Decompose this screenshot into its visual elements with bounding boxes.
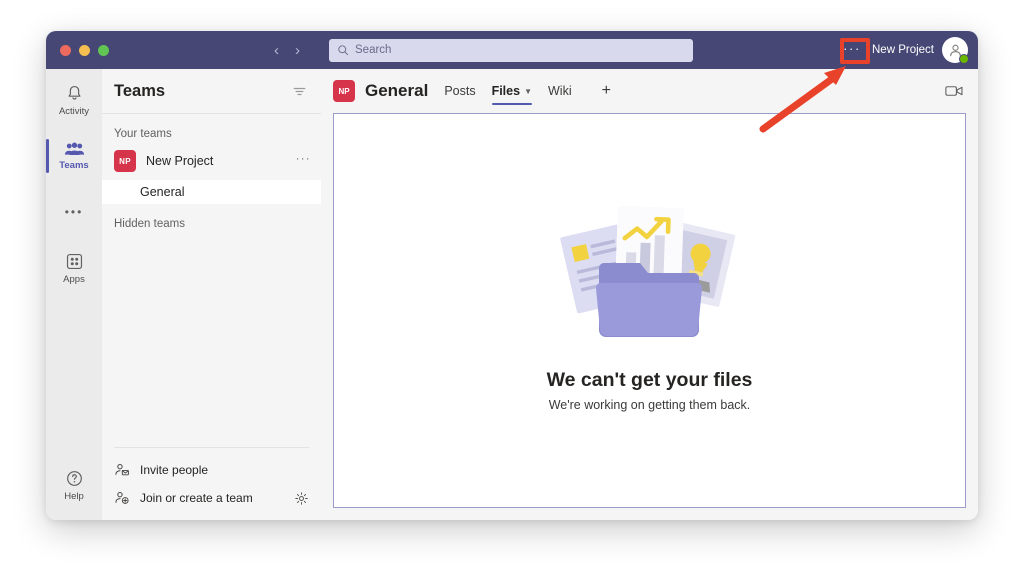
avatar[interactable] [942,37,968,63]
search-placeholder: Search [355,44,391,56]
teams-panel-header: Teams [102,69,321,113]
team-name-label: New Project [146,154,286,168]
teams-panel-footer: Invite people Join or create a team [102,447,321,520]
invite-people-label: Invite people [140,463,309,477]
close-window-button[interactable] [60,45,71,56]
folder-with-documents-illustration [554,191,744,351]
teams-panel: Teams Your teams NP New Project ··· Gene… [102,69,321,520]
tab-files[interactable]: Files ▼ [492,69,532,113]
empty-state-title: We can't get your files [547,369,753,392]
tab-posts[interactable]: Posts [444,69,475,113]
empty-state-subtitle: We're working on getting them back. [549,398,751,412]
empty-state: We can't get your files We're working on… [547,191,753,412]
gear-icon[interactable] [294,491,309,506]
filter-icon[interactable] [292,84,307,99]
question-circle-icon [65,469,84,488]
chevron-down-icon[interactable]: ▼ [524,87,532,96]
channel-header: NP General Posts Files ▼ Wiki + [321,69,978,113]
divider [114,447,309,448]
app-body: Activity Teams ••• [46,69,978,520]
navigation-arrows: ‹ › [274,43,300,58]
add-tab-button[interactable]: + [602,83,611,99]
channel-item-general[interactable]: General [102,180,321,204]
rail-item-teams[interactable]: Teams [46,131,102,181]
teams-panel-title: Teams [114,82,165,101]
rail-item-label: Teams [59,160,88,171]
more-options-button[interactable]: ··· [840,40,864,60]
window-traffic-lights [60,45,109,56]
maximize-window-button[interactable] [98,45,109,56]
user-name-label: New Project [872,44,934,56]
join-or-create-team-label: Join or create a team [140,491,284,505]
people-icon [64,141,85,157]
rail-item-apps[interactable]: Apps [46,243,102,293]
rail-item-help[interactable]: Help [46,460,102,510]
rail-item-activity[interactable]: Activity [46,75,102,125]
back-icon[interactable]: ‹ [274,43,279,58]
search-bar[interactable]: Search [329,39,693,62]
channel-tabs: Posts Files ▼ Wiki + [444,69,611,113]
teams-app-window: ‹ › Search ··· New Project [46,31,978,520]
title-bar: ‹ › Search ··· New Project [46,31,978,69]
more-icon: ••• [65,206,84,218]
person-add-icon [114,490,130,506]
rail-item-label: Help [64,491,84,502]
join-or-create-team-button[interactable]: Join or create a team [102,484,321,512]
invite-people-button[interactable]: Invite people [102,456,321,484]
minimize-window-button[interactable] [79,45,90,56]
team-avatar: NP [114,150,136,172]
page-title: General [365,81,428,101]
tab-label: Wiki [548,84,572,98]
hidden-teams-label[interactable]: Hidden teams [102,204,321,236]
team-row-new-project[interactable]: NP New Project ··· [102,146,321,176]
tab-wiki[interactable]: Wiki [548,69,572,113]
video-camera-icon[interactable] [945,84,964,98]
channel-name-label: General [140,185,184,199]
rail-item-label: Activity [59,106,89,117]
main-content: NP General Posts Files ▼ Wiki + [321,69,978,520]
channel-team-avatar: NP [333,80,355,102]
channel-header-actions [945,84,964,98]
person-mail-icon [114,462,130,478]
rail-item-label: Apps [63,274,85,285]
tab-label: Posts [444,84,475,98]
files-content-pane: We can't get your files We're working on… [333,113,966,508]
apps-grid-icon [65,252,84,271]
search-icon [337,44,349,56]
team-more-options-button[interactable]: ··· [296,154,311,169]
your-teams-label: Your teams [102,114,321,146]
tab-label: Files [492,84,521,98]
app-rail: Activity Teams ••• [46,69,102,520]
titlebar-right-cluster: ··· New Project [840,37,968,63]
rail-item-more[interactable]: ••• [46,187,102,237]
forward-icon[interactable]: › [295,43,300,58]
bell-icon [65,84,84,103]
screenshot-root: ‹ › Search ··· New Project [0,0,1024,581]
status-badge [959,54,969,64]
